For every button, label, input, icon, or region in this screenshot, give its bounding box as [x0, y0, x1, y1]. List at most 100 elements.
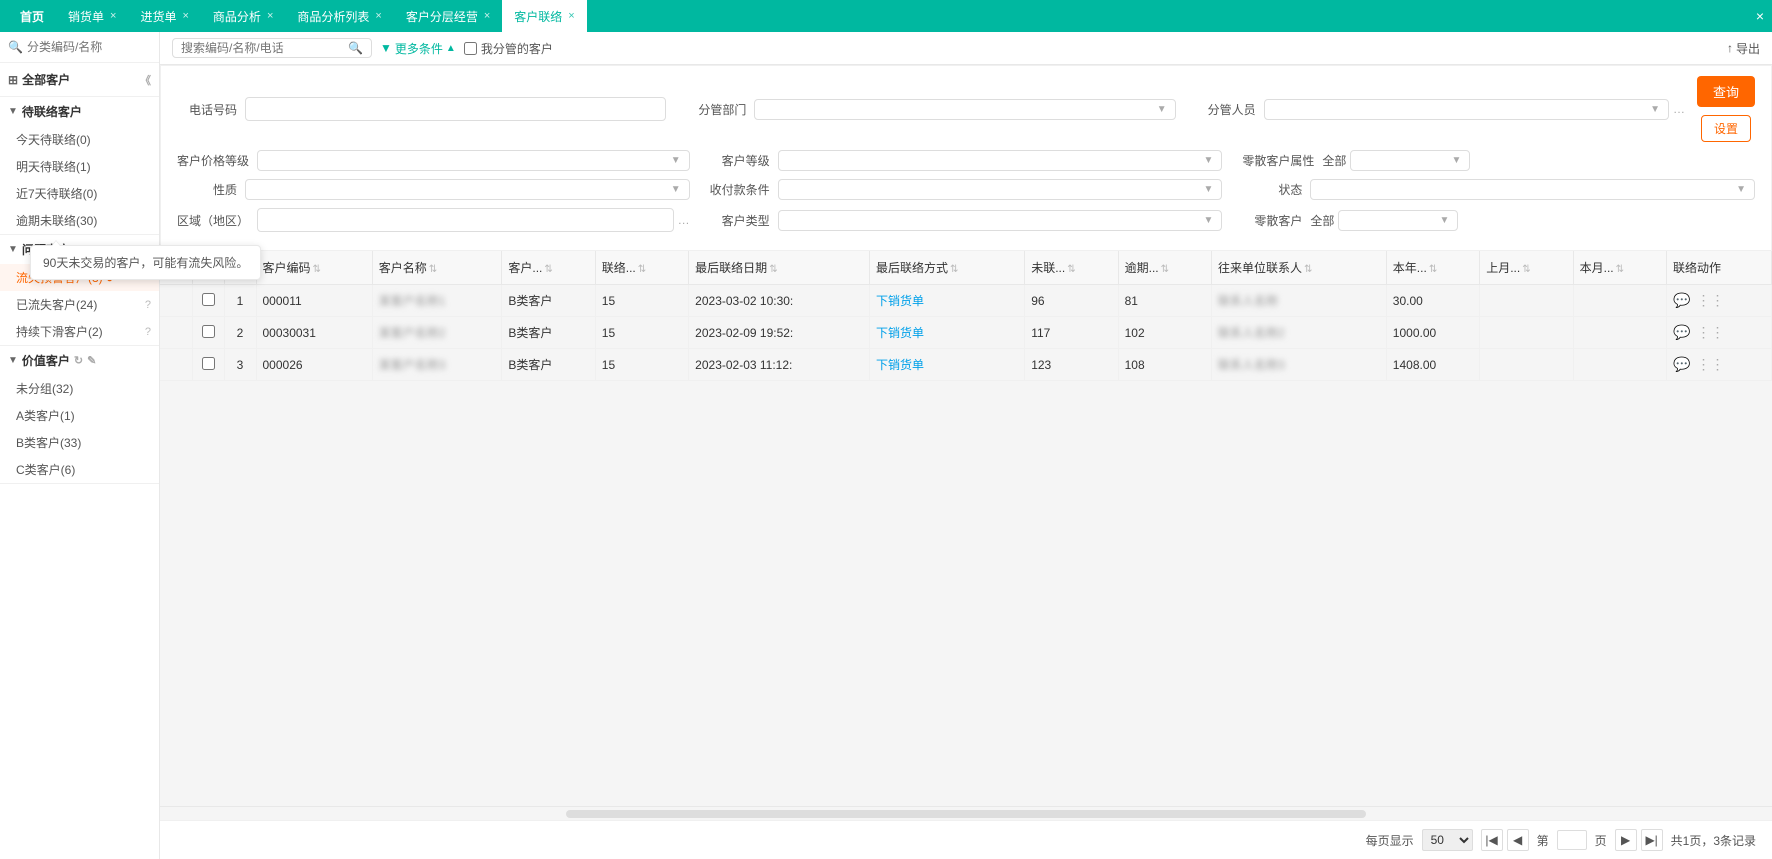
overdue-col-header[interactable]: 逾期...⇅ — [1118, 251, 1211, 285]
my-customers-checkbox[interactable] — [464, 42, 477, 55]
row1-unit-contact: 联系人名称 — [1212, 285, 1387, 317]
close-customer-tier-tab[interactable]: × — [484, 10, 490, 22]
customer-level-select[interactable]: ▼ — [778, 150, 1223, 171]
close-all-button[interactable]: × — [1756, 8, 1764, 24]
row3-chat-icon[interactable]: 💬 — [1673, 356, 1690, 373]
sidebar-item-c-class[interactable]: C类客户(6) — [0, 456, 159, 483]
value-group-edit[interactable]: ✎ — [87, 354, 96, 367]
page-number-input[interactable]: 1 — [1557, 830, 1587, 850]
row2-chat-icon[interactable]: 💬 — [1673, 324, 1690, 341]
close-purchase-tab[interactable]: × — [182, 10, 188, 22]
more-conditions-button[interactable]: ▼ 更多条件 ▲ — [380, 40, 456, 57]
grid-icon: ⊞ — [8, 73, 18, 87]
status-select[interactable]: ▼ — [1310, 179, 1755, 200]
all-customers-header[interactable]: ⊞ 全部客户 《 — [0, 63, 159, 97]
name-col-header[interactable]: 客户名称⇅ — [372, 251, 502, 285]
setting-button[interactable]: 设置 — [1701, 115, 1751, 142]
row2-more-icon[interactable]: ⋮⋮ — [1696, 324, 1724, 341]
query-button[interactable]: 查询 — [1697, 76, 1755, 107]
row3-last-method[interactable]: 下销货单 — [869, 349, 1024, 381]
retail-select[interactable]: ▼ — [1338, 210, 1458, 231]
region-more-icon[interactable]: … — [678, 213, 690, 227]
sidebar-item-a-class[interactable]: A类客户(1) — [0, 402, 159, 429]
row1-select[interactable] — [202, 293, 215, 306]
first-page-button[interactable]: |◀ — [1481, 829, 1503, 851]
this-year-col-header[interactable]: 本年...⇅ — [1386, 251, 1479, 285]
last-date-col-header[interactable]: 最后联络日期⇅ — [689, 251, 870, 285]
close-customer-contact-tab[interactable]: × — [568, 10, 574, 22]
row2-checkbox[interactable] — [192, 317, 224, 349]
close-sales-tab[interactable]: × — [110, 10, 116, 22]
last-page-button[interactable]: ▶| — [1641, 829, 1663, 851]
unit-contact-col-header[interactable]: 往来单位联系人⇅ — [1212, 251, 1387, 285]
customer-type-select[interactable]: ▼ — [778, 210, 1223, 231]
type-col-header[interactable]: 客户...⇅ — [502, 251, 595, 285]
manager-more-icon[interactable]: … — [1673, 102, 1685, 116]
uncontacted-col-header[interactable]: 未联...⇅ — [1025, 251, 1118, 285]
horizontal-scrollbar[interactable] — [160, 806, 1772, 820]
page-size-select[interactable]: 50 100 200 — [1422, 829, 1473, 851]
code-col-header[interactable]: 客户编码⇅ — [256, 251, 372, 285]
region-input[interactable] — [257, 208, 674, 232]
sidebar-item-7days[interactable]: 近7天待联络(0) — [0, 180, 159, 207]
row1-more-icon[interactable]: ⋮⋮ — [1696, 292, 1724, 309]
sidebar-item-overdue[interactable]: 逾期未联络(30) — [0, 207, 159, 234]
sidebar-item-today[interactable]: 今天待联络(0) — [0, 126, 159, 153]
phone-input[interactable] — [245, 97, 666, 121]
close-analysis-list-tab[interactable]: × — [375, 10, 381, 22]
search-input[interactable] — [181, 41, 348, 55]
row1-this-year: 30.00 — [1386, 285, 1479, 317]
row3-type: B类客户 — [502, 349, 595, 381]
close-analysis-tab[interactable]: × — [267, 10, 273, 22]
row2-last-method[interactable]: 下销货单 — [869, 317, 1024, 349]
nav-customer-contact[interactable]: 客户联络 × — [502, 0, 586, 32]
value-group-header[interactable]: ▼ 价值客户 ↻ ✎ — [0, 346, 159, 375]
payment-select[interactable]: ▼ — [778, 179, 1223, 200]
export-button[interactable]: ↑ 导出 — [1727, 40, 1760, 57]
sidebar-item-churned[interactable]: 已流失客户(24) ? — [0, 291, 159, 318]
nav-customer-tier[interactable]: 客户分层经营 × — [394, 0, 502, 32]
row1-last-method[interactable]: 下销货单 — [869, 285, 1024, 317]
customer-table: ⚙ # 客户编码⇅ 客户名称⇅ 客户...⇅ — [160, 251, 1772, 381]
nav-purchase[interactable]: 进货单 × — [128, 0, 200, 32]
next-page-button[interactable]: ▶ — [1615, 829, 1637, 851]
row1-type: B类客户 — [502, 285, 595, 317]
last-method-col-header[interactable]: 最后联络方式⇅ — [869, 251, 1024, 285]
this-month-col-header[interactable]: 本月...⇅ — [1573, 251, 1666, 285]
sidebar-item-tomorrow[interactable]: 明天待联络(1) — [0, 153, 159, 180]
row1-checkbox[interactable] — [192, 285, 224, 317]
search-button-icon[interactable]: 🔍 — [348, 41, 363, 55]
price-level-select[interactable]: ▼ — [257, 150, 690, 171]
scrollbar-thumb[interactable] — [566, 810, 1366, 818]
row3-more-icon[interactable]: ⋮⋮ — [1696, 356, 1724, 373]
dept-select[interactable]: ▼ — [754, 99, 1175, 120]
nav-home[interactable]: 首页 — [8, 0, 56, 32]
row1-last-month — [1480, 285, 1573, 317]
sidebar-item-b-class[interactable]: B类客户(33) — [0, 429, 159, 456]
sidebar-item-ungrouped[interactable]: 未分组(32) — [0, 375, 159, 402]
row1-chat-icon[interactable]: 💬 — [1673, 292, 1690, 309]
my-customers-checkbox-wrap[interactable]: 我分管的客户 — [464, 40, 553, 57]
sidebar-item-declining[interactable]: 持续下滑客户(2) ? — [0, 318, 159, 345]
row3-select[interactable] — [202, 357, 215, 370]
pagination: 每页显示 50 100 200 |◀ ◀ 第 1 页 ▶ ▶| 共1页，3条记录 — [160, 820, 1772, 859]
sidebar-search-icon: 🔍 — [8, 40, 23, 54]
page-navigation: |◀ ◀ 第 1 页 ▶ ▶| — [1481, 829, 1663, 851]
prev-page-button[interactable]: ◀ — [1507, 829, 1529, 851]
sidebar-search-input[interactable] — [27, 40, 160, 54]
top-navigation: 首页 销货单 × 进货单 × 商品分析 × 商品分析列表 × 客户分层经营 × … — [0, 0, 1772, 32]
row3-checkbox[interactable] — [192, 349, 224, 381]
pending-contact-header[interactable]: ▼ 待联络客户 — [0, 97, 159, 126]
value-group-refresh[interactable]: ↻ — [74, 354, 83, 367]
nav-sales[interactable]: 销货单 × — [56, 0, 128, 32]
row2-action: 💬 ⋮⋮ — [1667, 317, 1772, 349]
retail-chevron-down-icon: ▼ — [1439, 215, 1449, 226]
last-month-col-header[interactable]: 上月...⇅ — [1480, 251, 1573, 285]
nav-analysis[interactable]: 商品分析 × — [201, 0, 285, 32]
manager-select[interactable]: ▼ — [1264, 99, 1669, 120]
contact-col-header[interactable]: 联络...⇅ — [595, 251, 688, 285]
row2-select[interactable] — [202, 325, 215, 338]
retail-attr-select[interactable]: ▼ — [1350, 150, 1470, 171]
nature-select[interactable]: ▼ — [245, 179, 690, 200]
nav-analysis-list[interactable]: 商品分析列表 × — [285, 0, 393, 32]
